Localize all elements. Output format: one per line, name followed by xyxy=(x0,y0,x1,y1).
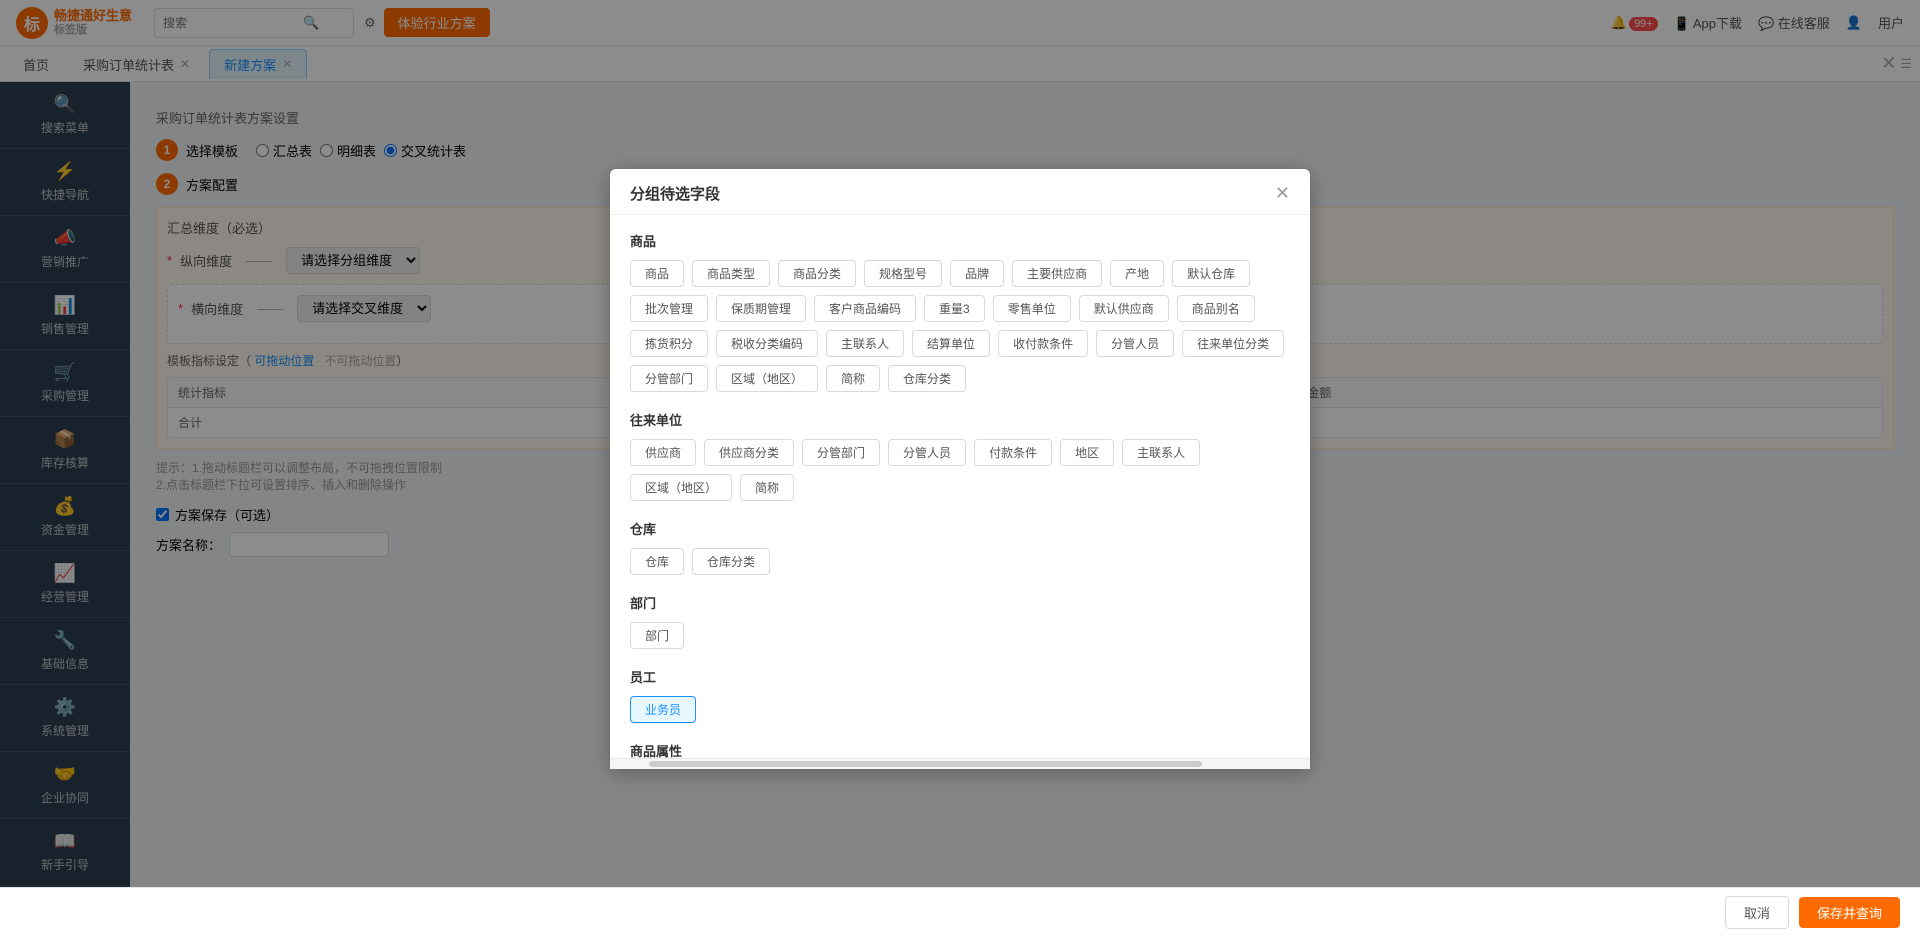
dialog: 分组待选字段 ✕ 商品 商品 商品类型 商品分类 规格型号 品牌 主要供应商 产… xyxy=(610,169,1310,769)
counterparty-field-grid: 供应商 供应商分类 分管部门 分管人员 付款条件 地区 主联系人 区域（地区） … xyxy=(630,439,1290,501)
field-tag[interactable]: 重量3 xyxy=(924,295,985,322)
overlay: 分组待选字段 ✕ 商品 商品 商品类型 商品分类 规格型号 品牌 主要供应商 产… xyxy=(0,0,1920,937)
field-tag[interactable]: 规格型号 xyxy=(864,260,942,287)
field-tag[interactable]: 供应商分类 xyxy=(704,439,794,466)
field-tag[interactable]: 仓库 xyxy=(630,548,684,575)
section-product: 商品 商品 商品类型 商品分类 规格型号 品牌 主要供应商 产地 默认仓库 批次… xyxy=(630,231,1290,392)
field-tag[interactable]: 部门 xyxy=(630,622,684,649)
section-department: 部门 部门 xyxy=(630,593,1290,649)
section-product-attr: 商品属性 属性 颜色 多规格 尺码 鞋码 1 xyxy=(630,741,1290,758)
bottom-bar: 取消 保存并查询 xyxy=(0,887,1920,937)
field-tag[interactable]: 仓库分类 xyxy=(692,548,770,575)
field-tag[interactable]: 供应商 xyxy=(630,439,696,466)
field-tag[interactable]: 分管部门 xyxy=(630,365,708,392)
dialog-title: 分组待选字段 xyxy=(630,183,720,204)
section-counterparty-title: 往来单位 xyxy=(630,410,1290,429)
field-tag[interactable]: 产地 xyxy=(1110,260,1164,287)
field-tag[interactable]: 仓库分类 xyxy=(888,365,966,392)
field-tag[interactable]: 分管人员 xyxy=(1096,330,1174,357)
field-tag[interactable]: 拣货积分 xyxy=(630,330,708,357)
field-tag[interactable]: 主联系人 xyxy=(1122,439,1200,466)
field-tag[interactable]: 结算单位 xyxy=(912,330,990,357)
field-tag[interactable]: 商品 xyxy=(630,260,684,287)
field-tag[interactable]: 客户商品编码 xyxy=(814,295,916,322)
employee-field-grid: 业务员 xyxy=(630,696,1290,723)
department-field-grid: 部门 xyxy=(630,622,1290,649)
field-tag[interactable]: 税收分类编码 xyxy=(716,330,818,357)
section-warehouse-title: 仓库 xyxy=(630,519,1290,538)
field-tag[interactable]: 默认仓库 xyxy=(1172,260,1250,287)
field-tag[interactable]: 收付款条件 xyxy=(998,330,1088,357)
section-department-title: 部门 xyxy=(630,593,1290,612)
section-employee-title: 员工 xyxy=(630,667,1290,686)
field-tag[interactable]: 批次管理 xyxy=(630,295,708,322)
field-tag[interactable]: 地区 xyxy=(1060,439,1114,466)
dialog-close-btn[interactable]: ✕ xyxy=(1275,184,1290,202)
field-tag[interactable]: 主联系人 xyxy=(826,330,904,357)
confirm-button[interactable]: 保存并查询 xyxy=(1799,897,1900,928)
field-tag[interactable]: 主要供应商 xyxy=(1012,260,1102,287)
section-warehouse: 仓库 仓库 仓库分类 xyxy=(630,519,1290,575)
dialog-body[interactable]: 商品 商品 商品类型 商品分类 规格型号 品牌 主要供应商 产地 默认仓库 批次… xyxy=(610,215,1310,758)
section-employee: 员工 业务员 xyxy=(630,667,1290,723)
field-tag[interactable]: 商品类型 xyxy=(692,260,770,287)
field-tag[interactable]: 简称 xyxy=(740,474,794,501)
field-tag[interactable]: 分管部门 xyxy=(802,439,880,466)
field-tag[interactable]: 简称 xyxy=(826,365,880,392)
field-tag[interactable]: 保质期管理 xyxy=(716,295,806,322)
field-tag[interactable]: 商品别名 xyxy=(1177,295,1255,322)
dialog-scrollbar[interactable] xyxy=(610,758,1310,769)
field-tag[interactable]: 默认供应商 xyxy=(1079,295,1169,322)
field-tag[interactable]: 零售单位 xyxy=(993,295,1071,322)
product-field-grid: 商品 商品类型 商品分类 规格型号 品牌 主要供应商 产地 默认仓库 批次管理 … xyxy=(630,260,1290,392)
dialog-header: 分组待选字段 ✕ xyxy=(610,169,1310,215)
field-tag[interactable]: 分管人员 xyxy=(888,439,966,466)
field-tag[interactable]: 商品分类 xyxy=(778,260,856,287)
field-tag[interactable]: 往来单位分类 xyxy=(1182,330,1284,357)
field-tag[interactable]: 付款条件 xyxy=(974,439,1052,466)
field-tag-selected[interactable]: 业务员 xyxy=(630,696,696,723)
section-product-title: 商品 xyxy=(630,231,1290,250)
section-product-attr-title: 商品属性 xyxy=(630,741,1290,758)
warehouse-field-grid: 仓库 仓库分类 xyxy=(630,548,1290,575)
field-tag[interactable]: 区域（地区） xyxy=(716,365,818,392)
section-counterparty: 往来单位 供应商 供应商分类 分管部门 分管人员 付款条件 地区 主联系人 区域… xyxy=(630,410,1290,501)
cancel-button[interactable]: 取消 xyxy=(1725,896,1789,929)
field-tag[interactable]: 品牌 xyxy=(950,260,1004,287)
field-tag[interactable]: 区域（地区） xyxy=(630,474,732,501)
